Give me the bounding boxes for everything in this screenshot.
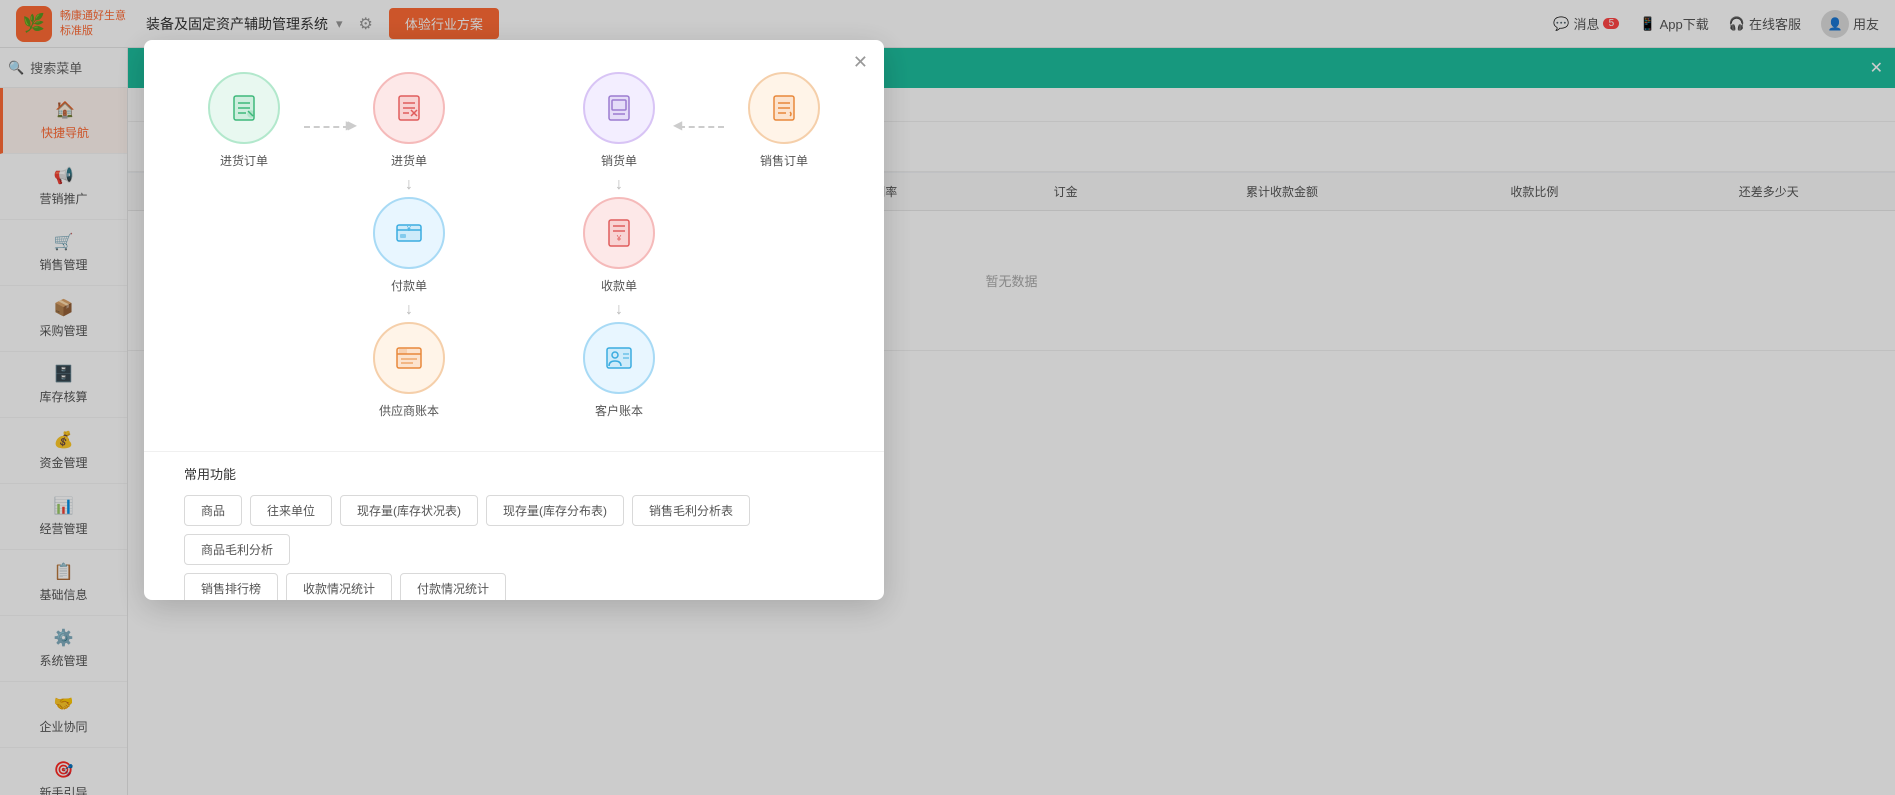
func-btn-row-2: 销售排行榜 收款情况统计 付款情况统计 <box>184 573 844 600</box>
spacer-arrow-2 <box>679 177 724 193</box>
supplier-circle <box>373 322 445 394</box>
func-btn-payment-stat[interactable]: 付款情况统计 <box>400 573 506 600</box>
workflow-row-1: 进货订单 ▶ <box>184 72 844 169</box>
purchase-bill-label: 进货单 <box>391 152 427 169</box>
modal-overlay[interactable]: ✕ <box>0 0 1895 795</box>
spacer-mid <box>469 177 559 193</box>
purchase-order-label: 进货订单 <box>220 152 268 169</box>
supplier-icon <box>393 342 425 374</box>
payment-label: 付款单 <box>391 277 427 294</box>
purchase-order-circle <box>208 72 280 144</box>
wf-node-sales-order[interactable]: 销售订单 <box>724 72 844 169</box>
workflow-modal: ✕ <box>144 40 884 600</box>
spacer-right <box>724 177 844 193</box>
func-btn-product-profit[interactable]: 商品毛利分析 <box>184 534 290 565</box>
down-arrow-customer: ↓ <box>559 302 679 318</box>
spacer-da2-2 <box>679 302 724 318</box>
spacer-left <box>184 177 304 193</box>
wf-node-purchase-order[interactable]: 进货订单 <box>184 72 304 169</box>
modal-close-button[interactable]: ✕ <box>853 52 868 73</box>
wf-node-purchase-bill[interactable]: 进货单 <box>349 72 469 169</box>
receipt-circle: ¥ <box>583 197 655 269</box>
workflow-down-arrows-2: ↓ ↓ <box>184 302 844 318</box>
spacer-da2-1 <box>304 302 349 318</box>
down-arrow-payment: ↓ <box>349 177 469 193</box>
common-functions: 常用功能 商品 往来单位 现存量(库存状况表) 现存量(库存分布表) 销售毛利分… <box>144 451 884 600</box>
func-btn-stock-status[interactable]: 现存量(库存状况表) <box>340 495 478 526</box>
receipt-icon: ¥ <box>603 217 635 249</box>
func-btn-stock-dist[interactable]: 现存量(库存分布表) <box>486 495 624 526</box>
svg-text:¥: ¥ <box>616 234 622 243</box>
workflow-down-arrows: ↓ ↓ <box>184 177 844 193</box>
wf-node-supplier[interactable]: 供应商账本 <box>349 322 469 419</box>
payment-icon: ¥ <box>393 217 425 249</box>
sales-order-icon <box>768 92 800 124</box>
payment-circle: ¥ <box>373 197 445 269</box>
workflow-arrow-2: ◀ <box>679 90 724 152</box>
wf-node-receipt[interactable]: ¥ 收款单 <box>559 197 679 294</box>
spacer-da2-mid <box>469 302 559 318</box>
sales-order-label: 销售订单 <box>760 152 808 169</box>
workflow-row-2: ¥ 付款单 ¥ <box>184 197 844 294</box>
func-btn-sales-profit[interactable]: 销售毛利分析表 <box>632 495 750 526</box>
sales-bill-icon <box>603 92 635 124</box>
purchase-bill-circle <box>373 72 445 144</box>
svg-text:¥: ¥ <box>407 226 411 233</box>
func-btn-sales-rank[interactable]: 销售排行榜 <box>184 573 278 600</box>
purchase-bill-icon <box>393 92 425 124</box>
down-arrow-receipt: ↓ <box>559 177 679 193</box>
wf-node-customer[interactable]: 客户账本 <box>559 322 679 419</box>
workflow-arrow-1: ▶ <box>304 90 349 152</box>
spacer-arrow-1 <box>304 177 349 193</box>
func-btn-partner[interactable]: 往来单位 <box>250 495 332 526</box>
down-arrow-supplier: ↓ <box>349 302 469 318</box>
wf-node-sales-bill[interactable]: 销货单 <box>559 72 679 169</box>
sales-order-circle <box>748 72 820 144</box>
common-func-title: 常用功能 <box>184 464 844 483</box>
spacer-da2-left <box>184 302 304 318</box>
func-btn-product[interactable]: 商品 <box>184 495 242 526</box>
customer-circle <box>583 322 655 394</box>
sales-bill-label: 销货单 <box>601 152 637 169</box>
receipt-label: 收款单 <box>601 277 637 294</box>
sales-bill-circle <box>583 72 655 144</box>
workflow-diagram: 进货订单 ▶ <box>144 40 884 443</box>
func-btn-receipt-stat[interactable]: 收款情况统计 <box>286 573 392 600</box>
workflow-row-3: 供应商账本 客户账本 <box>184 322 844 419</box>
customer-label: 客户账本 <box>595 402 643 419</box>
supplier-label: 供应商账本 <box>379 402 439 419</box>
spacer-da2-right <box>724 302 844 318</box>
purchase-order-icon <box>228 92 260 124</box>
func-btn-row-1: 商品 往来单位 现存量(库存状况表) 现存量(库存分布表) 销售毛利分析表 商品… <box>184 495 844 565</box>
wf-node-payment[interactable]: ¥ 付款单 <box>349 197 469 294</box>
customer-icon <box>603 342 635 374</box>
